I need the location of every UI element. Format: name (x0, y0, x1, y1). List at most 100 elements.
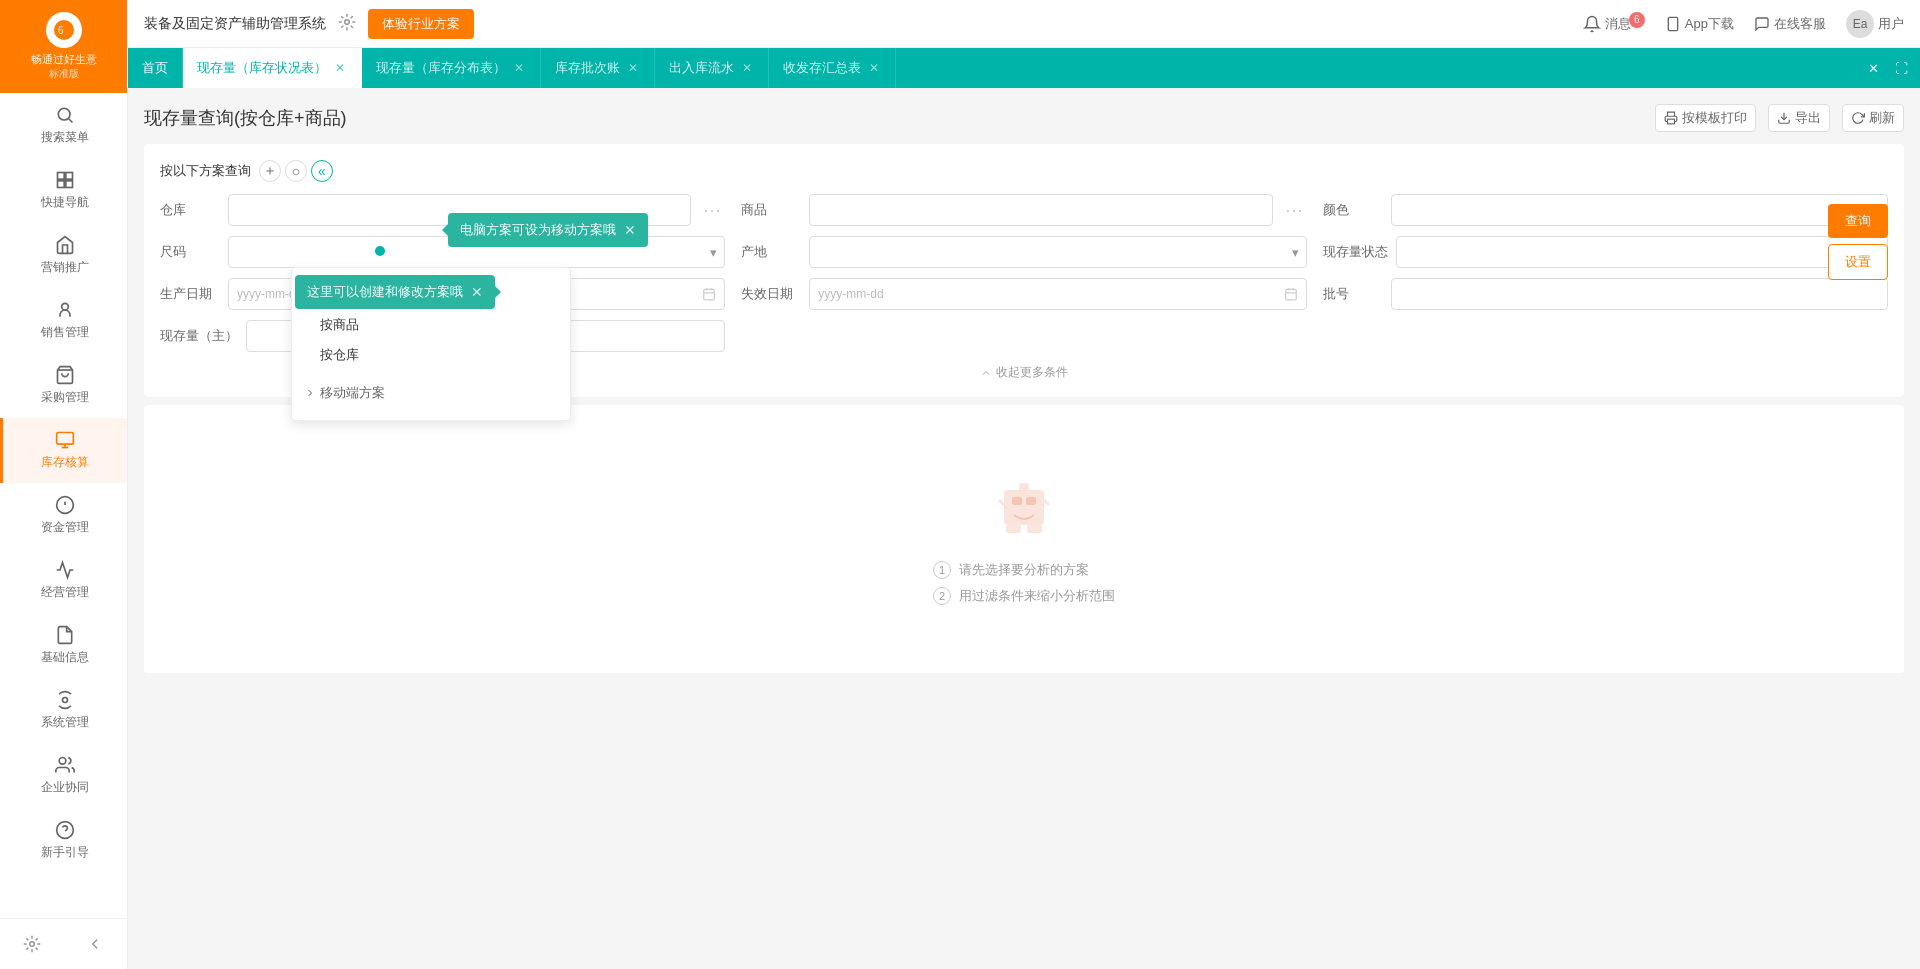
logo-text: 畅通过好生意 (31, 52, 97, 67)
product-input[interactable] (809, 194, 1272, 226)
refresh-btn[interactable]: 刷新 (1842, 104, 1904, 132)
tab-fullscreen-btn[interactable]: ⛶ (1891, 57, 1912, 80)
tab-close-batch-account[interactable]: ✕ (626, 59, 640, 77)
sidebar-item-cooperation[interactable]: 企业协同 (0, 743, 127, 808)
notification-label: 消息 (1605, 15, 1631, 33)
warehouse-dots[interactable]: ⋯ (703, 199, 721, 221)
batch-input[interactable] (1391, 278, 1888, 310)
notification-btn[interactable]: 消息 6 (1583, 15, 1645, 33)
svg-rect-26 (704, 289, 715, 300)
filter-edit-btn[interactable]: ○ (285, 160, 307, 182)
filter-origin: 产地 ▾ (741, 236, 1306, 268)
color-select[interactable] (1391, 194, 1888, 226)
tooltip-create: 这里可以创建和修改方案哦 ✕ (295, 275, 495, 309)
filter-panel: 按以下方案查询 ＋ ○ « 电脑端方案 按商品 (144, 144, 1904, 397)
page-content: 现存量查询(按仓库+商品) 按模板打印 导出 刷新 按以下方 (128, 88, 1920, 969)
scheme-item-by-product[interactable]: 按商品 (292, 310, 570, 340)
user-area[interactable]: Ea 用户 (1846, 10, 1904, 38)
sidebar-item-purchase[interactable]: 采购管理 (0, 353, 127, 418)
sidebar-item-sales[interactable]: 销售管理 (0, 288, 127, 353)
page-title: 现存量查询(按仓库+商品) (144, 106, 347, 130)
topbar-setting[interactable] (338, 13, 356, 34)
tab-close-all-btn[interactable]: ✕ (1864, 57, 1883, 80)
reset-btn[interactable]: 设置 (1828, 244, 1888, 280)
filter-header-text: 按以下方案查询 (160, 162, 251, 180)
svg-line-39 (1044, 500, 1049, 505)
svg-rect-24 (1668, 119, 1675, 124)
app-download-btn[interactable]: App下载 (1665, 15, 1734, 33)
export-btn[interactable]: 导出 (1768, 104, 1830, 132)
tab-inventory-status[interactable]: 现存量（库存状况表） ✕ (183, 48, 362, 88)
svg-rect-22 (1668, 17, 1677, 30)
sidebar-item-inventory[interactable]: 库存核算 (0, 418, 127, 483)
svg-point-20 (30, 942, 35, 947)
sidebar-item-operations[interactable]: 经营管理 (0, 548, 127, 613)
svg-rect-40 (1006, 525, 1021, 533)
empty-state-step2: 2 用过滤条件来缩小分析范围 (933, 587, 1115, 605)
svg-point-17 (59, 758, 66, 765)
filter-batch: 批号 (1323, 278, 1888, 310)
tabbar: 首页 现存量（库存状况表） ✕ 现存量（库存分布表） ✕ 库存批次账 ✕ 出入库… (128, 48, 1920, 88)
page-actions: 按模板打印 导出 刷新 (1655, 104, 1904, 132)
tab-close-inventory-status[interactable]: ✕ (333, 59, 347, 77)
tab-inventory-distribution[interactable]: 现存量（库存分布表） ✕ (362, 48, 541, 88)
tooltip-scheme-close[interactable]: ✕ (624, 222, 636, 238)
topbar-left: 装备及固定资产辅助管理系统 体验行业方案 (144, 9, 474, 39)
tab-warehouse-flow[interactable]: 出入库流水 ✕ (655, 48, 769, 88)
sidebar-item-search[interactable]: 搜索菜单 (0, 93, 127, 158)
svg-point-0 (54, 20, 74, 40)
svg-rect-6 (58, 181, 65, 188)
stock-status-select[interactable] (1396, 236, 1888, 268)
svg-line-38 (999, 500, 1004, 505)
filter-actions: ＋ ○ « (259, 160, 333, 182)
online-service-btn[interactable]: 在线客服 (1754, 15, 1826, 33)
sidebar-item-nav[interactable]: 快捷导航 (0, 158, 127, 223)
search-btn[interactable]: 查询 (1828, 204, 1888, 238)
filter-back-btn[interactable]: « (311, 160, 333, 182)
tooltip-scheme: 电脑方案可设为移动方案哦 ✕ (448, 213, 648, 247)
svg-rect-7 (66, 181, 73, 188)
svg-rect-5 (66, 173, 73, 180)
print-btn[interactable]: 按模板打印 (1655, 104, 1756, 132)
svg-point-16 (63, 698, 68, 703)
sidebar-item-marketing[interactable]: 营销推广 (0, 223, 127, 288)
svg-rect-30 (1285, 289, 1296, 300)
filter-stock-status: 现存量状态 ▾ (1323, 236, 1888, 268)
origin-select[interactable] (809, 236, 1306, 268)
sidebar: 6 畅通过好生意 标准版 搜索菜单 快捷导航 营销推广 销售管理 采购管理 库存… (0, 0, 128, 969)
user-avatar: Ea (1846, 10, 1874, 38)
sidebar-item-guide[interactable]: 新手引导 (0, 808, 127, 873)
tooltip-create-close[interactable]: ✕ (471, 284, 483, 300)
tab-home[interactable]: 首页 (128, 48, 183, 88)
sidebar-logo: 6 畅通过好生意 标准版 (0, 0, 127, 93)
product-dots[interactable]: ⋯ (1285, 199, 1303, 221)
main: 装备及固定资产辅助管理系统 体验行业方案 消息 6 App下载 在线客服 (128, 0, 1920, 969)
sidebar-item-system[interactable]: 系统管理 (0, 678, 127, 743)
filter-add-btn[interactable]: ＋ (259, 160, 281, 182)
sidebar-item-baseinfo[interactable]: 基础信息 (0, 613, 127, 678)
industry-plan-btn[interactable]: 体验行业方案 (368, 9, 474, 39)
svg-point-8 (62, 304, 69, 311)
tab-close-warehouse-flow[interactable]: ✕ (740, 59, 754, 77)
filter-product: 商品 ⋯ (741, 194, 1306, 226)
sidebar-settings-btn[interactable] (0, 927, 64, 961)
filter-expiry-date: 失效日期 yyyy-mm-dd (741, 278, 1306, 310)
scheme-item-by-warehouse[interactable]: 按仓库 (292, 340, 570, 370)
tabbar-right: ✕ ⛶ (1856, 57, 1920, 80)
sidebar-item-finance[interactable]: 资金管理 (0, 483, 127, 548)
tab-close-summary[interactable]: ✕ (867, 59, 881, 77)
svg-rect-36 (1026, 497, 1036, 505)
svg-rect-41 (1027, 525, 1042, 533)
sidebar-bottom (0, 918, 127, 969)
svg-rect-4 (58, 173, 65, 180)
svg-line-3 (69, 119, 73, 123)
scheme-section-mobile-header[interactable]: 移动端方案 (292, 378, 570, 408)
filter-header: 按以下方案查询 ＋ ○ « (160, 160, 1888, 182)
empty-state-steps: 1 请先选择要分析的方案 2 用过滤条件来缩小分析范围 (933, 561, 1115, 613)
scheme-section-mobile: 移动端方案 (292, 374, 570, 412)
expiry-date-input[interactable]: yyyy-mm-dd (809, 278, 1306, 310)
tab-close-inventory-distribution[interactable]: ✕ (512, 59, 526, 77)
sidebar-collapse-btn[interactable] (64, 927, 128, 961)
tab-summary[interactable]: 收发存汇总表 ✕ (769, 48, 896, 88)
tab-batch-account[interactable]: 库存批次账 ✕ (541, 48, 655, 88)
